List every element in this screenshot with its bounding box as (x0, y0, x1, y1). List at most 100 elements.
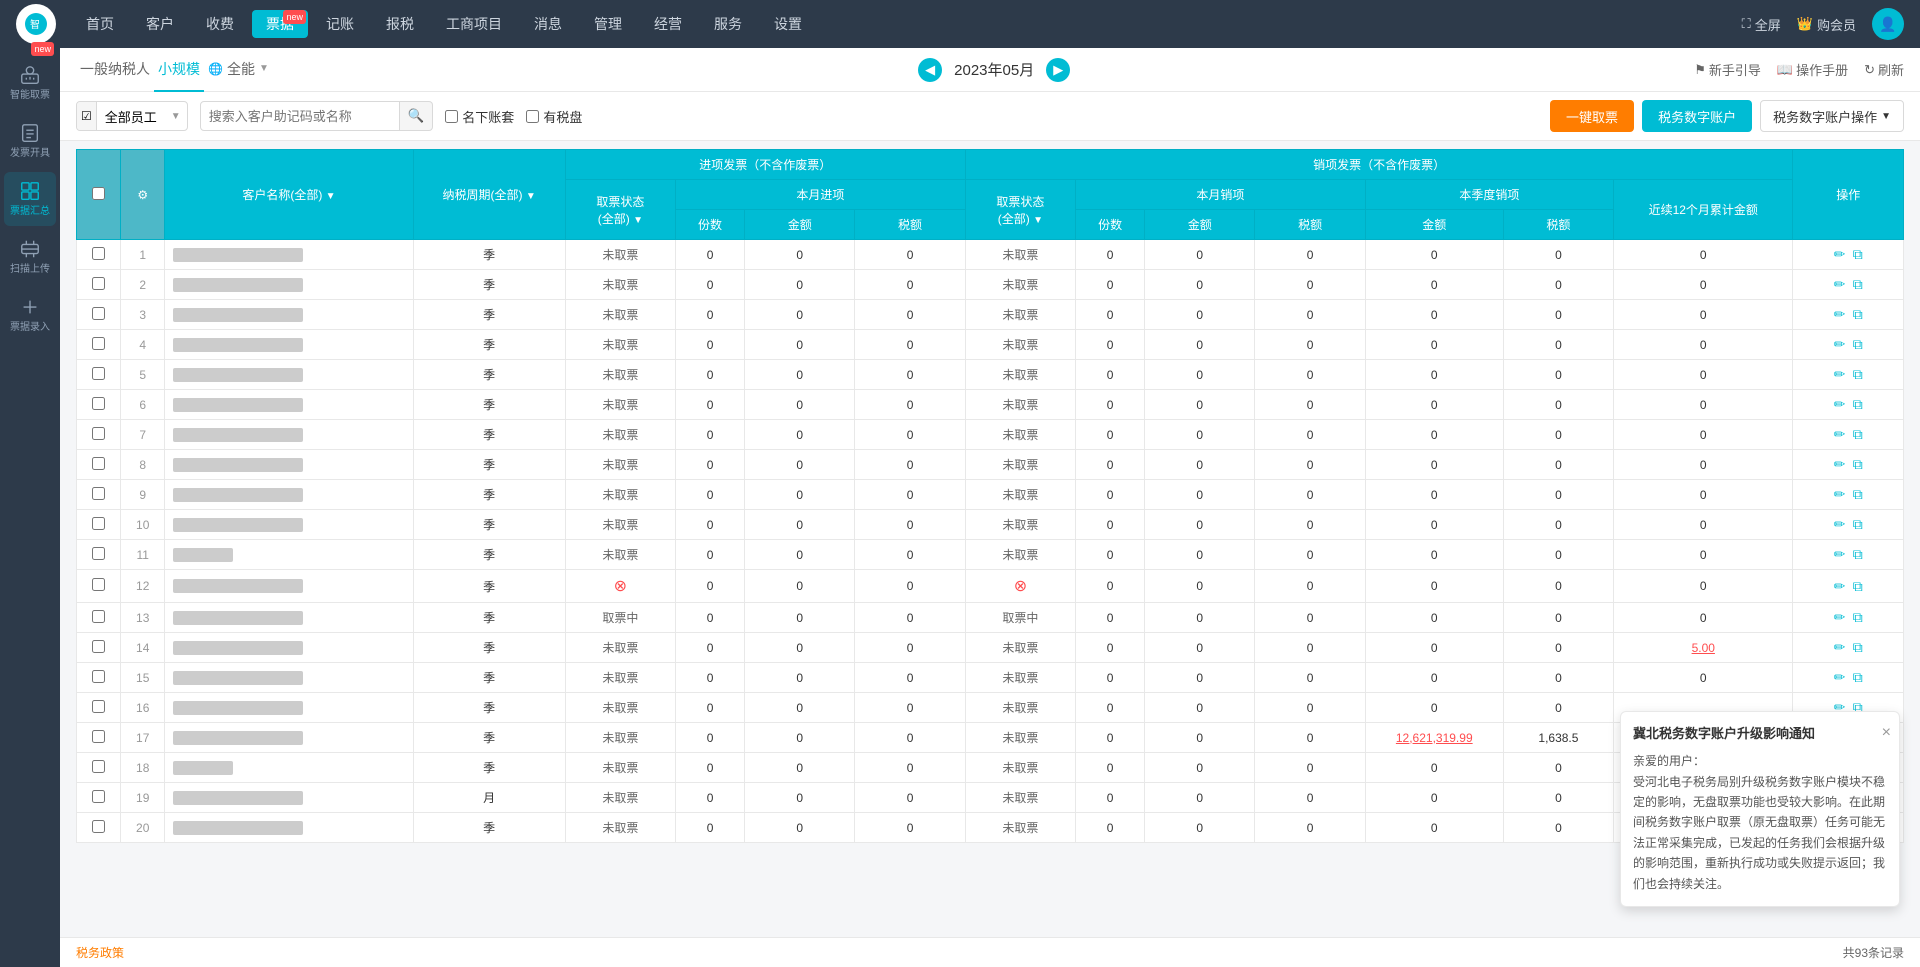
edit-icon[interactable]: ✏ (1834, 609, 1846, 625)
copy-icon[interactable]: ⧉ (1853, 396, 1863, 412)
edit-icon[interactable]: ✏ (1834, 639, 1846, 655)
row-checkbox[interactable] (92, 397, 105, 410)
row-checkbox[interactable] (92, 790, 105, 803)
manual-btn[interactable]: 📖 操作手册 (1777, 60, 1848, 79)
sidebar-item-summary[interactable]: 票据汇总 (4, 172, 56, 226)
notification-close-btn[interactable]: × (1882, 720, 1891, 746)
row-checkbox[interactable] (92, 700, 105, 713)
edit-icon[interactable]: ✏ (1834, 669, 1846, 685)
period-prev-btn[interactable]: ◀ (918, 58, 942, 82)
row-checkbox[interactable] (92, 337, 105, 350)
row-checkbox[interactable] (92, 307, 105, 320)
period-next-btn[interactable]: ▶ (1046, 58, 1070, 82)
search-button[interactable]: 🔍 (400, 101, 434, 131)
tab-small[interactable]: 小规模 (154, 48, 204, 92)
tax-disk-checkbox[interactable] (526, 110, 539, 123)
th-out-status[interactable]: 取票状态(全部) ▼ (965, 180, 1075, 240)
nav-customer[interactable]: 客户 (132, 10, 188, 38)
in-status-cell: 未取票 (565, 663, 675, 693)
edit-icon[interactable]: ✏ (1834, 306, 1846, 322)
copy-icon[interactable]: ⧉ (1853, 456, 1863, 472)
copy-icon[interactable]: ⧉ (1853, 578, 1863, 594)
th-tax-period[interactable]: 纳税周期(全部) ▼ (413, 150, 565, 240)
row-checkbox[interactable] (92, 457, 105, 470)
copy-icon[interactable]: ⧉ (1853, 486, 1863, 502)
tab-all[interactable]: 🌐 全能 ▼ (204, 48, 273, 92)
copy-icon[interactable]: ⧉ (1853, 639, 1863, 655)
edit-icon[interactable]: ✏ (1834, 578, 1846, 594)
nav-manage[interactable]: 管理 (580, 10, 636, 38)
digital-account-btn[interactable]: 税务数字账户 (1642, 100, 1752, 132)
checkbox-sub-account[interactable]: 名下账套 (445, 107, 514, 126)
nav-operation[interactable]: 经营 (640, 10, 696, 38)
sidebar-item-ai-fetch[interactable]: 智能取票 new (4, 56, 56, 110)
row-checkbox[interactable] (92, 578, 105, 591)
employee-selector[interactable]: ☑ 全部员工 ▼ (76, 101, 188, 131)
nav-business[interactable]: 工商项目 (432, 10, 516, 38)
row-checkbox[interactable] (92, 640, 105, 653)
nav-home[interactable]: 首页 (72, 10, 128, 38)
row-checkbox[interactable] (92, 547, 105, 560)
edit-icon[interactable]: ✏ (1834, 516, 1846, 532)
row-checkbox[interactable] (92, 820, 105, 833)
th-customer-name[interactable]: 客户名称(全部) ▼ (165, 150, 413, 240)
row-checkbox[interactable] (92, 247, 105, 260)
checkbox-tax-disk[interactable]: 有税盘 (526, 107, 582, 126)
one-click-fetch-btn[interactable]: 一键取票 (1550, 100, 1634, 132)
th-in-status[interactable]: 取票状态(全部) ▼ (565, 180, 675, 240)
copy-icon[interactable]: ⧉ (1853, 276, 1863, 292)
row-checkbox[interactable] (92, 487, 105, 500)
sidebar-item-scan[interactable]: 扫描上传 (4, 230, 56, 284)
row-checkbox[interactable] (92, 760, 105, 773)
edit-icon[interactable]: ✏ (1834, 396, 1846, 412)
search-input[interactable] (200, 101, 400, 131)
row-checkbox[interactable] (92, 427, 105, 440)
copy-icon[interactable]: ⧉ (1853, 546, 1863, 562)
edit-icon[interactable]: ✏ (1834, 366, 1846, 382)
row-checkbox-cell (77, 330, 121, 360)
copy-icon[interactable]: ⧉ (1853, 516, 1863, 532)
edit-icon[interactable]: ✏ (1834, 246, 1846, 262)
sub-account-checkbox[interactable] (445, 110, 458, 123)
nav-message[interactable]: 消息 (520, 10, 576, 38)
edit-icon[interactable]: ✏ (1834, 276, 1846, 292)
edit-icon[interactable]: ✏ (1834, 426, 1846, 442)
row-checkbox[interactable] (92, 517, 105, 530)
member-btn[interactable]: 👑 购会员 (1797, 15, 1856, 34)
app-logo[interactable]: 智 (16, 4, 56, 44)
refresh-btn[interactable]: ↻ 刷新 (1864, 60, 1904, 79)
nav-tax[interactable]: 报税 (372, 10, 428, 38)
copy-icon[interactable]: ⧉ (1853, 246, 1863, 262)
sidebar-item-entry[interactable]: 票据录入 (4, 288, 56, 342)
copy-icon[interactable]: ⧉ (1853, 609, 1863, 625)
fullscreen-btn[interactable]: ⛶ 全屏 (1742, 15, 1781, 34)
edit-icon[interactable]: ✏ (1834, 336, 1846, 352)
edit-icon[interactable]: ✏ (1834, 486, 1846, 502)
row-checkbox[interactable] (92, 277, 105, 290)
nav-bookkeeping[interactable]: 记账 (312, 10, 368, 38)
copy-icon[interactable]: ⧉ (1853, 336, 1863, 352)
sidebar-item-open-invoice[interactable]: 发票开具 (4, 114, 56, 168)
row-checkbox[interactable] (92, 367, 105, 380)
edit-icon[interactable]: ✏ (1834, 546, 1846, 562)
edit-icon[interactable]: ✏ (1834, 456, 1846, 472)
nav-invoice[interactable]: 票据 new (252, 10, 308, 38)
user-avatar[interactable]: 👤 (1872, 8, 1904, 40)
copy-icon[interactable]: ⧉ (1853, 366, 1863, 382)
row-checkbox[interactable] (92, 610, 105, 623)
copy-icon[interactable]: ⧉ (1853, 426, 1863, 442)
nav-fee[interactable]: 收费 (192, 10, 248, 38)
nav-settings[interactable]: 设置 (760, 10, 816, 38)
copy-icon[interactable]: ⧉ (1853, 306, 1863, 322)
q-amount-cell: 0 (1365, 510, 1503, 540)
policy-link[interactable]: 税务政策 (76, 944, 124, 961)
out-status-cell: 未取票 (965, 390, 1075, 420)
guide-btn[interactable]: ⚑ 新手引导 (1694, 60, 1761, 79)
copy-icon[interactable]: ⧉ (1853, 669, 1863, 685)
tab-general[interactable]: 一般纳税人 (76, 48, 154, 92)
row-checkbox[interactable] (92, 670, 105, 683)
select-all-checkbox[interactable] (92, 187, 105, 200)
nav-service[interactable]: 服务 (700, 10, 756, 38)
digital-account-op-btn[interactable]: 税务数字账户操作 ▼ (1760, 100, 1904, 132)
row-checkbox[interactable] (92, 730, 105, 743)
